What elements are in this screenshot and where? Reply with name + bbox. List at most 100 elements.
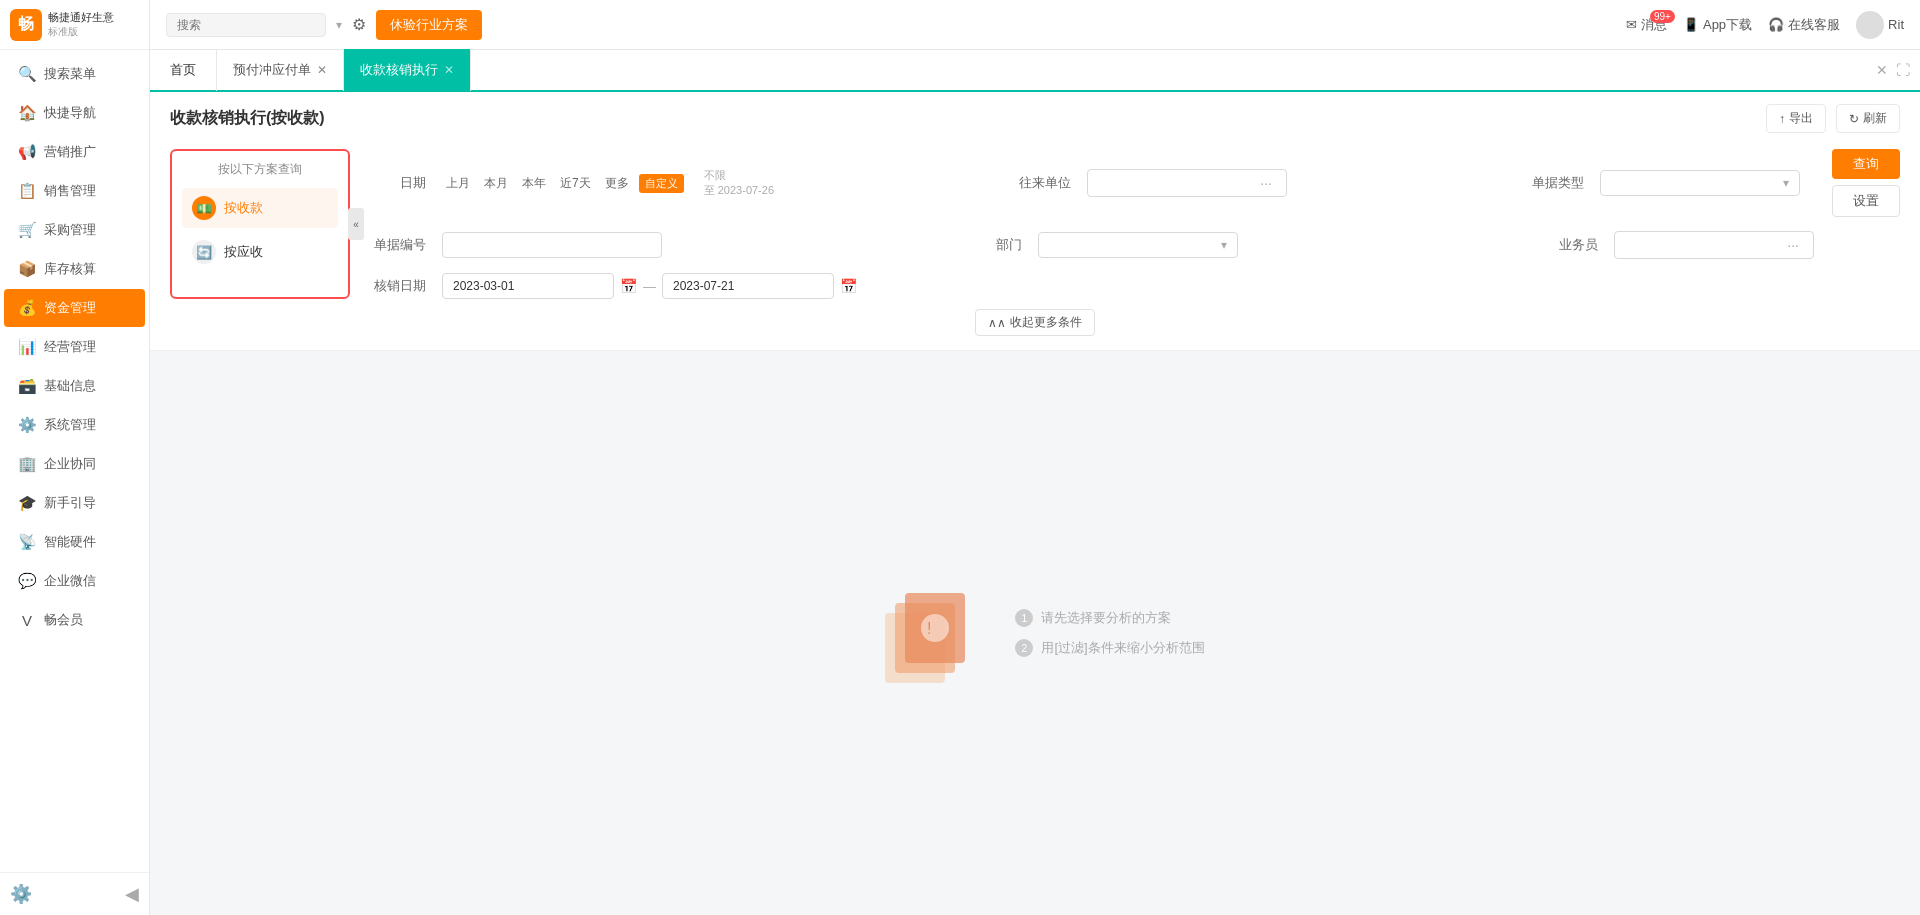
- doc-type-select[interactable]: ▾: [1600, 170, 1800, 196]
- weixin-icon: 💬: [18, 572, 36, 590]
- party-select[interactable]: ···: [1087, 169, 1287, 197]
- doc-no-label: 单据编号: [370, 236, 426, 254]
- verify-start-input[interactable]: [442, 273, 614, 299]
- tab-collection[interactable]: 收款核销执行 ✕: [344, 49, 471, 91]
- staff-dots[interactable]: ···: [1783, 237, 1803, 253]
- query-btn[interactable]: 查询: [1832, 149, 1900, 179]
- filter-row-2: 单据编号 部门 ▾ 业务员 ···: [370, 231, 1900, 259]
- sidebar-item-basic[interactable]: 🗃️ 基础信息: [4, 367, 145, 405]
- avatar: [1856, 11, 1884, 39]
- tip-num-1: 1: [1015, 609, 1033, 627]
- settings-btn[interactable]: 设置: [1832, 185, 1900, 217]
- logo-sub: 标准版: [48, 25, 114, 39]
- sidebar-item-finance[interactable]: 💰 资金管理: [4, 289, 145, 327]
- more-conditions-btn[interactable]: ∧∧ 收起更多条件: [975, 309, 1095, 336]
- finance-icon: 💰: [18, 299, 36, 317]
- tabbar-actions: ✕ ⛶: [1876, 62, 1920, 78]
- date-7days[interactable]: 近7天: [556, 173, 595, 194]
- doc-type-dropdown-icon: ▾: [1783, 176, 1789, 190]
- verify-date-label: 核销日期: [370, 277, 426, 295]
- message-item[interactable]: ✉ 消息 99+: [1626, 16, 1667, 34]
- staff-select[interactable]: ···: [1614, 231, 1814, 259]
- system-icon: ⚙️: [18, 416, 36, 434]
- filter-row-3: 核销日期 📅 — 📅: [370, 273, 1900, 299]
- date-custom[interactable]: 自定义: [639, 174, 684, 193]
- verify-end-cal-icon[interactable]: 📅: [840, 278, 857, 294]
- date-no-limit: 不限: [704, 168, 774, 183]
- tab-prepay[interactable]: 预付冲应付单 ✕: [217, 49, 344, 91]
- date-this-year[interactable]: 本年: [518, 173, 550, 194]
- member-icon: V: [18, 612, 36, 629]
- topbar-search-input[interactable]: [166, 13, 326, 37]
- user-name: Rit: [1888, 17, 1904, 32]
- collapse-icon[interactable]: ◀: [125, 883, 139, 905]
- dept-dropdown-icon: ▾: [1221, 238, 1227, 252]
- tip-num-2: 2: [1015, 639, 1033, 657]
- logo-icon: 畅: [10, 9, 42, 41]
- verify-start-cal-icon[interactable]: 📅: [620, 278, 637, 294]
- service-item[interactable]: 🎧 在线客服: [1768, 16, 1840, 34]
- receipt-icon: 💵: [192, 196, 216, 220]
- sidebar-item-quicknav[interactable]: 🏠 快捷导航: [4, 94, 145, 132]
- app-label: App下载: [1703, 16, 1752, 34]
- guide-icon: 🎓: [18, 494, 36, 512]
- refresh-btn[interactable]: ↻ 刷新: [1836, 104, 1900, 133]
- logo: 畅 畅捷通好生意 标准版: [0, 0, 149, 50]
- empty-svg: !: [865, 573, 985, 693]
- receivable-icon: 🔄: [192, 240, 216, 264]
- sidebar-bottom: ⚙️ ◀: [0, 872, 149, 915]
- dept-select[interactable]: ▾: [1038, 232, 1238, 258]
- sidebar-item-system[interactable]: ⚙️ 系统管理: [4, 406, 145, 444]
- industry-btn[interactable]: 休验行业方案: [376, 10, 482, 40]
- sales-icon: 📋: [18, 182, 36, 200]
- user-item[interactable]: Rit: [1856, 11, 1904, 39]
- app-download-item[interactable]: 📱 App下载: [1683, 16, 1752, 34]
- close-tab-btn[interactable]: ✕: [1876, 62, 1888, 78]
- verify-date-separator: —: [643, 279, 656, 294]
- sidebar-item-guide[interactable]: 🎓 新手引导: [4, 484, 145, 522]
- verify-end-input[interactable]: [662, 273, 834, 299]
- sidebar-item-sales[interactable]: 📋 销售管理: [4, 172, 145, 210]
- collapse-filter-btn[interactable]: «: [348, 208, 364, 240]
- date-more[interactable]: 更多: [601, 173, 633, 194]
- sidebar-item-purchase[interactable]: 🛒 采购管理: [4, 211, 145, 249]
- expand-tab-btn[interactable]: ⛶: [1896, 62, 1910, 78]
- empty-tip-2: 2 用[过滤]条件来缩小分析范围: [1015, 639, 1204, 657]
- filter-by-receivable[interactable]: 🔄 按应收: [182, 232, 338, 272]
- service-label: 在线客服: [1788, 16, 1840, 34]
- sidebar-item-enterprise[interactable]: 🏢 企业协同: [4, 445, 145, 483]
- tab-home[interactable]: 首页: [150, 49, 217, 91]
- sidebar: 畅 畅捷通好生意 标准版 🔍 搜索菜单 🏠 快捷导航 📢 营销推广 📋 销售管理…: [0, 0, 150, 915]
- date-label: 日期: [370, 174, 426, 192]
- search-icon: 🔍: [18, 65, 36, 83]
- sidebar-item-search[interactable]: 🔍 搜索菜单: [4, 55, 145, 93]
- hardware-icon: 📡: [18, 533, 36, 551]
- sidebar-item-member[interactable]: V 畅会员: [4, 601, 145, 639]
- tab-collection-close[interactable]: ✕: [444, 49, 454, 91]
- settings-bottom-icon[interactable]: ⚙️: [10, 883, 32, 905]
- sidebar-item-inventory[interactable]: 📦 库存核算: [4, 250, 145, 288]
- date-last-month[interactable]: 上月: [442, 173, 474, 194]
- date-this-month[interactable]: 本月: [480, 173, 512, 194]
- filter-by-receipt[interactable]: 💵 按收款: [182, 188, 338, 228]
- sidebar-item-hardware[interactable]: 📡 智能硬件: [4, 523, 145, 561]
- service-icon: 🎧: [1768, 17, 1784, 32]
- sidebar-item-weixin[interactable]: 💬 企业微信: [4, 562, 145, 600]
- party-dots[interactable]: ···: [1256, 175, 1276, 191]
- date-shortcut-group: 上月 本月 本年 近7天 更多 自定义: [442, 173, 684, 194]
- tab-prepay-close[interactable]: ✕: [317, 49, 327, 91]
- message-badge: 99+: [1650, 10, 1675, 23]
- sidebar-item-marketing[interactable]: 📢 营销推广: [4, 133, 145, 171]
- main: ▾ ⚙ 休验行业方案 ✉ 消息 99+ 📱 App下载 🎧 在线客服 Rit: [150, 0, 1920, 915]
- filter-row-1: 日期 上月 本月 本年 近7天 更多 自定义 不限 至 2023-07-26: [370, 149, 1900, 217]
- sidebar-item-operation[interactable]: 📊 经营管理: [4, 328, 145, 366]
- verify-date-group: 📅 — 📅: [442, 273, 857, 299]
- topbar-gear-icon[interactable]: ⚙: [352, 15, 366, 34]
- topbar-chevron-icon: ▾: [336, 18, 342, 32]
- empty-tip-1: 1 请先选择要分析的方案: [1015, 609, 1204, 627]
- inventory-icon: 📦: [18, 260, 36, 278]
- export-btn[interactable]: ↑ 导出: [1766, 104, 1826, 133]
- tabbar: 首页 预付冲应付单 ✕ 收款核销执行 ✕ ✕ ⛶: [150, 50, 1920, 92]
- doc-no-input[interactable]: [442, 232, 662, 258]
- staff-label: 业务员: [1542, 236, 1598, 254]
